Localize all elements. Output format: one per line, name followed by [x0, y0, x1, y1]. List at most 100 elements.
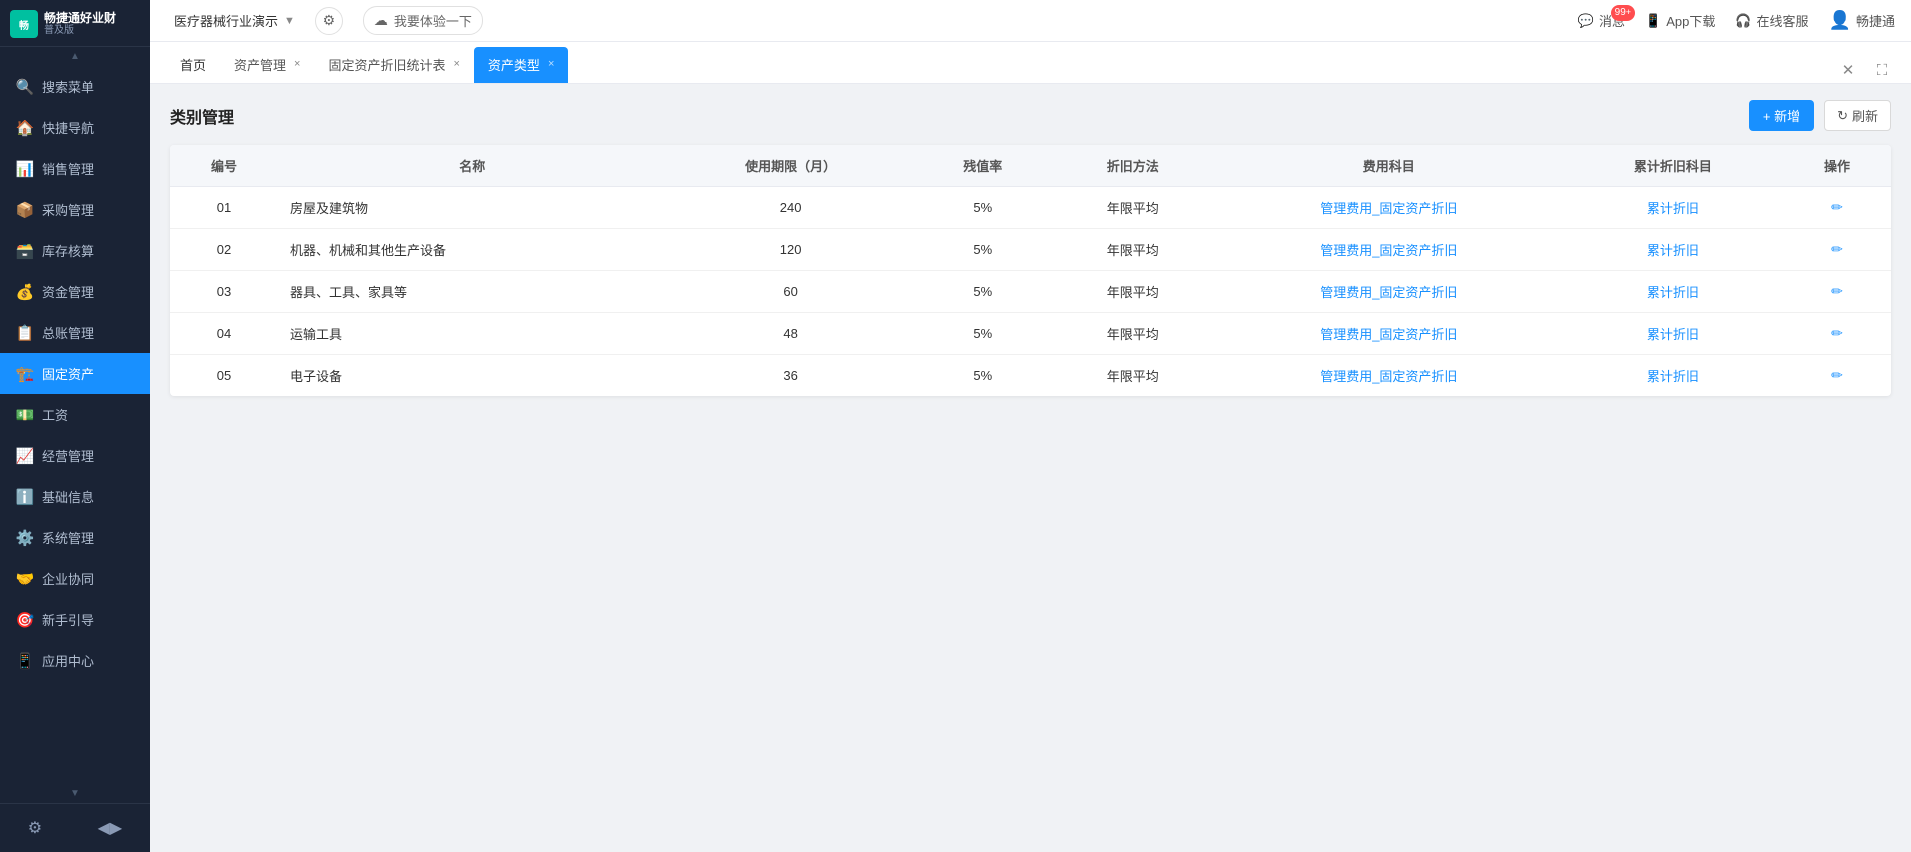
experience-button[interactable]: ☁ 我要体验一下	[363, 6, 483, 35]
sidebar-item-inventory[interactable]: 🗃️ 库存核算	[0, 230, 150, 271]
sidebar-item-quick-nav[interactable]: 🏠 快捷导航	[0, 107, 150, 148]
sidebar-item-salary[interactable]: 💵 工资	[0, 394, 150, 435]
tab-close-asset-type[interactable]: ×	[548, 58, 554, 70]
page-actions: + 新增 ↻ 刷新	[1749, 100, 1891, 131]
tab-asset-manage[interactable]: 资产管理 ×	[220, 47, 314, 83]
cell-method-3: 年限平均	[1051, 313, 1215, 355]
tab-asset-type[interactable]: 资产类型×	[474, 47, 568, 83]
cell-accum-2: 累计折旧	[1563, 271, 1783, 313]
salary-icon: 💵	[16, 406, 34, 424]
tab-close-depreciation-table[interactable]: ×	[453, 58, 459, 70]
edit-icon-2[interactable]: ✏	[1831, 283, 1843, 299]
cell-action-2[interactable]: ✏	[1783, 271, 1891, 313]
experience-label: 我要体验一下	[394, 11, 472, 30]
table-row: 03 器具、工具、家具等 60 5% 年限平均 管理费用_固定资产折旧 累计折旧…	[170, 271, 1891, 313]
sidebar-item-operation[interactable]: 📈 经营管理	[0, 435, 150, 476]
message-badge: 99+	[1611, 5, 1635, 21]
col-header-7: 操作	[1783, 145, 1891, 187]
tab-label-depreciation-table: 固定资产折旧统计表	[328, 55, 445, 74]
sidebar-item-fixed-assets[interactable]: 🏗️ 固定资产	[0, 353, 150, 394]
cell-period-4: 36	[667, 355, 915, 397]
sidebar-label-enterprise: 企业协同	[42, 569, 94, 588]
tab-depreciation-table[interactable]: 固定资产折旧统计表 ×	[314, 47, 473, 83]
collapse-icon[interactable]: ◀▶	[94, 814, 127, 842]
sidebar-label-basic-info: 基础信息	[42, 487, 94, 506]
scroll-up-indicator[interactable]: ▲	[0, 47, 150, 66]
close-tab-button[interactable]: ✕	[1835, 57, 1861, 83]
cell-accum-3: 累计折旧	[1563, 313, 1783, 355]
app-download-item[interactable]: 📱 App下载	[1645, 11, 1715, 30]
cell-id-3: 04	[170, 313, 278, 355]
cell-accum-1: 累计折旧	[1563, 229, 1783, 271]
sidebar-nav: 🔍 搜索菜单 🏠 快捷导航 📊 销售管理 📦 采购管理 🗃️ 库存核算 💰 资金…	[0, 66, 150, 784]
sidebar-label-inventory: 库存核算	[42, 241, 94, 260]
cell-residual-4: 5%	[915, 355, 1051, 397]
sidebar-item-purchase[interactable]: 📦 采购管理	[0, 189, 150, 230]
cell-period-3: 48	[667, 313, 915, 355]
refresh-button[interactable]: ↻ 刷新	[1824, 100, 1891, 131]
edit-icon-4[interactable]: ✏	[1831, 367, 1843, 383]
refresh-icon: ↻	[1837, 108, 1848, 124]
col-header-2: 使用期限（月）	[667, 145, 915, 187]
expand-tab-button[interactable]: ⛶	[1869, 57, 1895, 83]
cell-residual-1: 5%	[915, 229, 1051, 271]
sidebar-item-enterprise[interactable]: 🤝 企业协同	[0, 558, 150, 599]
sidebar-label-app-center: 应用中心	[42, 651, 94, 670]
settings-button[interactable]: ⚙	[315, 7, 343, 35]
table-row: 05 电子设备 36 5% 年限平均 管理费用_固定资产折旧 累计折旧 ✏	[170, 355, 1891, 397]
tab-home[interactable]: 首页	[166, 47, 220, 83]
table-header: 编号名称使用期限（月）残值率折旧方法费用科目累计折旧科目操作	[170, 145, 1891, 187]
edit-icon-0[interactable]: ✏	[1831, 199, 1843, 215]
online-service-item[interactable]: 🎧 在线客服	[1735, 11, 1808, 30]
inventory-icon: 🗃️	[16, 242, 34, 260]
system-icon: ⚙️	[16, 529, 34, 547]
col-header-3: 残值率	[915, 145, 1051, 187]
sidebar-item-sales[interactable]: 📊 销售管理	[0, 148, 150, 189]
user-avatar-icon: 👤	[1829, 10, 1851, 31]
col-header-1: 名称	[278, 145, 667, 187]
tab-label-home: 首页	[180, 55, 206, 74]
topbar: 医疗器械行业演示 ▼ ⚙ ☁ 我要体验一下 💬 消息 99+ 📱 App下载 🎧…	[150, 0, 1911, 42]
cell-id-0: 01	[170, 187, 278, 229]
sidebar-label-sales: 销售管理	[42, 159, 94, 178]
message-item[interactable]: 💬 消息 99+	[1578, 11, 1625, 30]
table-row: 02 机器、机械和其他生产设备 120 5% 年限平均 管理费用_固定资产折旧 …	[170, 229, 1891, 271]
tab-label-asset-manage: 资产管理	[234, 55, 286, 74]
sidebar-item-guide[interactable]: 🎯 新手引导	[0, 599, 150, 640]
cell-cost-3: 管理费用_固定资产折旧	[1215, 313, 1563, 355]
sidebar-label-salary: 工资	[42, 405, 68, 424]
sidebar-item-general-ledger[interactable]: 📋 总账管理	[0, 312, 150, 353]
tab-close-asset-manage[interactable]: ×	[294, 58, 300, 70]
basic-info-icon: ℹ️	[16, 488, 34, 506]
add-button[interactable]: + 新增	[1749, 100, 1814, 131]
company-name: 医疗器械行业演示	[174, 11, 278, 30]
cell-id-2: 03	[170, 271, 278, 313]
col-header-5: 费用科目	[1215, 145, 1563, 187]
cell-action-0[interactable]: ✏	[1783, 187, 1891, 229]
cell-action-3[interactable]: ✏	[1783, 313, 1891, 355]
sidebar-label-search: 搜索菜单	[42, 77, 94, 96]
user-item[interactable]: 👤 畅捷通	[1829, 10, 1895, 31]
cell-action-4[interactable]: ✏	[1783, 355, 1891, 397]
sidebar-item-system[interactable]: ⚙️ 系统管理	[0, 517, 150, 558]
cell-action-1[interactable]: ✏	[1783, 229, 1891, 271]
online-service-icon: 🎧	[1735, 13, 1751, 29]
sidebar-item-app-center[interactable]: 📱 应用中心	[0, 640, 150, 681]
quick-nav-icon: 🏠	[16, 119, 34, 137]
sidebar-item-basic-info[interactable]: ℹ️ 基础信息	[0, 476, 150, 517]
cell-id-1: 02	[170, 229, 278, 271]
cell-period-1: 120	[667, 229, 915, 271]
cell-cost-4: 管理费用_固定资产折旧	[1215, 355, 1563, 397]
cell-cost-0: 管理费用_固定资产折旧	[1215, 187, 1563, 229]
operation-icon: 📈	[16, 447, 34, 465]
page-content: 类别管理 + 新增 ↻ 刷新 编号名称使用期限（月）残值率折旧方法费用科目累计折…	[150, 84, 1911, 852]
sidebar-item-fund[interactable]: 💰 资金管理	[0, 271, 150, 312]
sidebar-label-quick-nav: 快捷导航	[42, 118, 94, 137]
col-header-0: 编号	[170, 145, 278, 187]
settings-icon[interactable]: ⚙	[24, 814, 46, 842]
scroll-down-indicator[interactable]: ▼	[0, 784, 150, 803]
edit-icon-1[interactable]: ✏	[1831, 241, 1843, 257]
company-selector[interactable]: 医疗器械行业演示 ▼	[166, 7, 303, 34]
edit-icon-3[interactable]: ✏	[1831, 325, 1843, 341]
sidebar-item-search[interactable]: 🔍 搜索菜单	[0, 66, 150, 107]
